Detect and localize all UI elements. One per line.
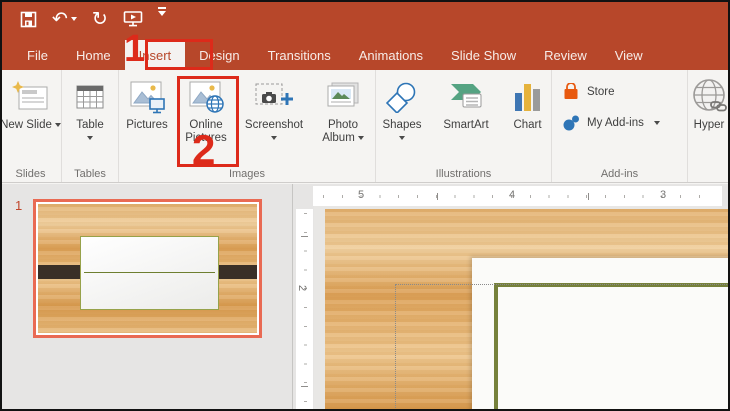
redo-icon: ↻ [91,8,108,30]
ruler-number: 2 [296,284,309,292]
my-addins-button[interactable]: My Add-ins [562,114,660,132]
slide-canvas[interactable] [314,206,728,409]
new-slide-button[interactable]: New Slide [0,70,61,164]
photo-album-icon [327,82,359,107]
shapes-button[interactable]: Shapes [376,70,428,164]
thumb-brown-bar-left [38,265,83,279]
my-addins-label: My Add-ins [587,117,644,129]
workspace: 1 5 4 3 2 [0,184,730,411]
new-slide-icon [11,81,47,110]
pictures-button[interactable]: Pictures [119,70,175,164]
annotation-step-2: 2 [192,126,216,173]
table-label: Table [76,119,104,131]
start-slideshow-icon [123,11,143,27]
group-label-addins: Add-ins [600,168,639,180]
dropdown-caret-icon [54,122,61,127]
photo-album-button[interactable]: Photo Album [311,70,375,164]
new-slide-label: New Slide [0,119,52,131]
panel-divider[interactable] [292,184,293,411]
hyperlink-label: Hyper [693,119,725,131]
tab-home[interactable]: Home [62,40,125,70]
ruler-number: 4 [509,189,516,201]
thumb-green-line [84,272,215,273]
ruler-half-tick [301,236,308,237]
ribbon: New Slide Slides Table Tables Pictures O… [0,70,730,183]
dropdown-caret-icon [357,135,364,140]
ribbon-tab-bar: File Home Insert Design Transitions Anim… [0,40,730,70]
ruler-number: 5 [358,189,365,201]
ruler-half-tick [437,193,438,200]
shapes-icon [386,82,416,113]
customize-qat-button[interactable] [157,7,166,31]
chart-button[interactable]: Chart [504,70,551,164]
smartart-label: SmartArt [443,119,489,131]
vertical-ruler: 2 [296,209,313,409]
group-images: Pictures Online Pictures Screenshot Phot… [119,70,376,182]
group-label-tables: Tables [74,168,106,180]
dropdown-caret-icon [271,136,277,140]
group-illustrations: Shapes SmartArt Chart Illustrations [376,70,552,182]
title-bar: ↶ ↻ [0,0,730,40]
hyperlink-button[interactable]: Hyper [688,70,730,132]
table-icon [76,85,104,109]
tab-view[interactable]: View [601,40,657,70]
store-label: Store [587,86,615,98]
dropdown-caret-icon [399,136,405,140]
shapes-label: Shapes [382,119,422,131]
chart-icon [514,84,540,111]
save-icon [20,11,37,27]
undo-icon: ↶ [52,8,68,30]
slide-thumbnail[interactable] [33,199,262,338]
tab-animations[interactable]: Animations [345,40,437,70]
undo-dropdown-caret-icon [70,17,77,21]
pictures-icon [130,81,165,114]
group-links-partial: Hyper [688,70,730,182]
text-placeholder[interactable] [395,284,728,409]
pictures-label: Pictures [126,119,168,131]
chart-label: Chart [513,119,542,131]
group-label-slides: Slides [15,168,46,180]
smartart-icon [451,84,482,108]
hyperlink-icon [693,79,727,112]
tab-review[interactable]: Review [530,40,601,70]
ruler-ticks [323,195,718,198]
ruler-number: 3 [660,189,667,201]
store-button[interactable]: Store [562,83,615,101]
dropdown-caret-icon [87,136,93,140]
tab-slideshow[interactable]: Slide Show [437,40,530,70]
save-button[interactable] [20,7,37,31]
screenshot-button[interactable]: Screenshot [237,70,311,164]
tab-transitions[interactable]: Transitions [254,40,345,70]
thumb-card [80,236,219,310]
tab-file[interactable]: File [13,40,62,70]
photo-album-label: Photo Album [322,119,359,144]
smartart-button[interactable]: SmartArt [428,70,504,164]
my-addins-icon [563,115,579,131]
ruler-half-tick [588,193,589,200]
dropdown-caret-icon [653,121,660,125]
slide-thumbnail-number: 1 [15,198,23,213]
store-icon [564,83,578,99]
table-button[interactable]: Table [62,70,118,164]
horizontal-ruler: 5 4 3 [313,186,722,206]
group-addins: Store My Add-ins Add-ins [552,70,688,182]
group-tables: Table Tables [62,70,119,182]
screenshot-icon [255,83,293,105]
ruler-half-tick [301,386,308,387]
customize-qat-caret-icon [157,11,166,16]
group-slides: New Slide Slides [0,70,62,182]
group-label-illustrations: Illustrations [435,168,492,180]
undo-button[interactable]: ↶ [52,7,77,31]
annotation-box-insert [145,39,213,70]
customize-qat-icon [157,7,166,9]
ruler-ticks [304,213,307,405]
slide-thumbnail-preview [38,204,257,333]
powerpoint-window: ↶ ↻ File Home Insert Design Transitions … [0,0,730,411]
annotation-step-1: 1 [124,28,146,70]
redo-button[interactable]: ↻ [92,7,108,31]
group-label-images: Images [228,168,266,180]
screenshot-label: Screenshot [244,119,304,131]
